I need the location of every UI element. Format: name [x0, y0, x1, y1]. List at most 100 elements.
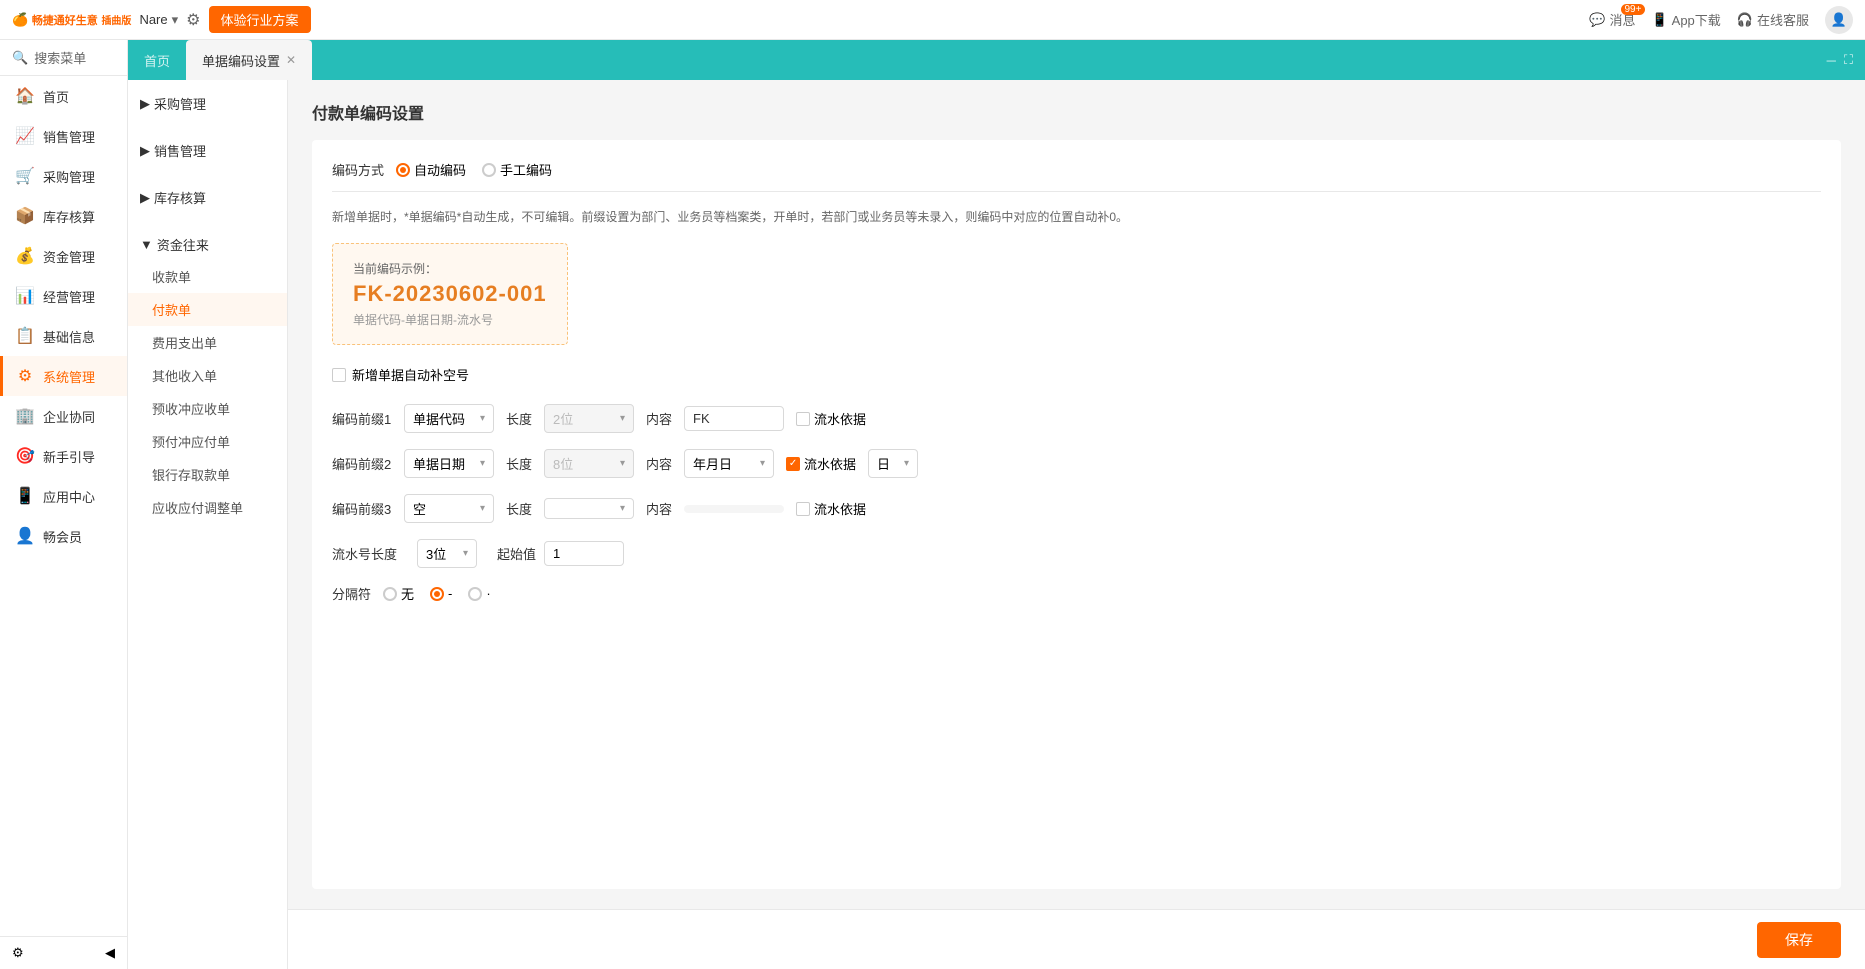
prefix1-length-select[interactable]: 2位 ▾: [544, 404, 634, 433]
sidebar-item-apps-label: 应用中心: [43, 487, 95, 506]
sidebar-item-purchase[interactable]: 🛒 采购管理: [0, 156, 127, 196]
prefix1-chevron: ▾: [480, 413, 485, 424]
app-download[interactable]: 📱 App下载: [1651, 10, 1720, 29]
sidebar-item-prepay-recv[interactable]: 预收冲应收单: [128, 392, 287, 425]
footer-settings-icon[interactable]: ⚙: [12, 945, 24, 961]
sidebar-item-operations[interactable]: 📊 经营管理: [0, 276, 127, 316]
sidebar-item-system-label: 系统管理: [43, 367, 95, 386]
tab-encode-settings[interactable]: 单据编码设置 ✕: [186, 40, 312, 80]
sidebar-item-system[interactable]: ⚙ 系统管理: [0, 356, 127, 396]
main-layout: 🔍 搜索菜单 🏠 首页 📈 销售管理 🛒 采购管理 📦 库存核算 💰: [0, 40, 1865, 969]
encode-type-label: 编码方式: [332, 160, 384, 179]
separator-dot2-dot: [468, 587, 482, 601]
sidebar-item-guide-label: 新手引导: [43, 447, 95, 466]
prefix1-select[interactable]: 单据代码 ▾: [404, 404, 494, 433]
sidebar-item-other-income[interactable]: 其他收入单: [128, 359, 287, 392]
separator-radio-group: 无 - ·: [383, 584, 491, 603]
sidebar-item-payment[interactable]: 付款单: [128, 293, 287, 326]
trial-button[interactable]: 体验行业方案: [209, 6, 311, 33]
prefix2-day-value: 日: [877, 454, 890, 473]
user-avatar[interactable]: 👤: [1825, 6, 1853, 34]
radio-manual-encode[interactable]: 手工编码: [482, 160, 552, 179]
sidebar-item-prepay-pay[interactable]: 预付冲应付单: [128, 425, 287, 458]
prefix2-serial-checkbox[interactable]: ✓: [786, 457, 800, 471]
radio-auto-encode[interactable]: 自动编码: [396, 160, 466, 179]
prefix2-length-label: 长度: [506, 454, 532, 473]
group-inventory-title[interactable]: ▶ 库存核算: [128, 182, 287, 213]
save-button[interactable]: 保存: [1757, 922, 1841, 958]
sidebar-item-sales[interactable]: 📈 销售管理: [0, 116, 127, 156]
system-icon: ⚙: [15, 366, 35, 386]
prefix2-content-value: 年月日: [693, 454, 732, 473]
sidebar-item-bank[interactable]: 银行存取款单: [128, 458, 287, 491]
sidebar-item-inventory[interactable]: 📦 库存核算: [0, 196, 127, 236]
inventory-icon: 📦: [15, 206, 35, 226]
sidebar-item-receipt[interactable]: 收款单: [128, 260, 287, 293]
prefix2-content-select[interactable]: 年月日 ▾: [684, 449, 774, 478]
separator-dot2[interactable]: ·: [468, 586, 490, 601]
serial-length-select[interactable]: 3位 ▾: [417, 539, 477, 568]
sales-icon: 📈: [15, 126, 35, 146]
tab-close-icon[interactable]: ✕: [286, 53, 296, 67]
sidebar-item-base[interactable]: 📋 基础信息: [0, 316, 127, 356]
app-edition: 插曲版: [101, 16, 131, 27]
footer-collapse-icon[interactable]: ◀: [105, 945, 115, 961]
settings-icon[interactable]: ⚙: [186, 10, 200, 30]
group-sales-title[interactable]: ▶ 销售管理: [128, 135, 287, 166]
separator-label: 分隔符: [332, 584, 371, 603]
prefix2-select[interactable]: 单据日期 ▾: [404, 449, 494, 478]
sidebar-item-adjust[interactable]: 应收应付调整单: [128, 491, 287, 524]
minimize-icon[interactable]: ─: [1827, 53, 1836, 68]
maximize-icon[interactable]: ⛶: [1844, 52, 1853, 68]
prefix2-row: 编码前缀2 单据日期 ▾ 长度 8位 ▾ 内容: [332, 449, 1821, 478]
prefix2-length-select[interactable]: 8位 ▾: [544, 449, 634, 478]
sidebar-item-purchase-label: 采购管理: [43, 167, 95, 186]
group-capital-title[interactable]: ▼ 资金往来: [128, 229, 287, 260]
sidebar-item-finance-label: 资金管理: [43, 247, 95, 266]
auto-fill-checkbox[interactable]: [332, 368, 346, 382]
separator-none[interactable]: 无: [383, 584, 414, 603]
prefix2-day-select[interactable]: 日 ▾: [868, 449, 918, 478]
separator-dot2-label: ·: [486, 586, 490, 601]
prefix1-length-chevron: ▾: [620, 413, 625, 424]
preview-label: 当前编码示例：: [353, 260, 547, 277]
preview-desc: 单据代码-单据日期-流水号: [353, 311, 547, 328]
sidebar-item-guide[interactable]: 🎯 新手引导: [0, 436, 127, 476]
serial-start-input[interactable]: [544, 541, 624, 566]
prefix2-content-chevron: ▾: [760, 458, 765, 469]
online-service[interactable]: 🎧 在线客服: [1737, 10, 1809, 29]
sidebar-item-finance[interactable]: 💰 资金管理: [0, 236, 127, 276]
radio-manual-label: 手工编码: [500, 160, 552, 179]
prefix3-length-select[interactable]: ▾: [544, 498, 634, 519]
sidebar-item-enterprise[interactable]: 🏢 企业协同: [0, 396, 127, 436]
serial-length-chevron: ▾: [463, 548, 468, 559]
prefix2-serial-check: ✓ 流水依据: [786, 454, 856, 473]
search-menu-label: 搜索菜单: [34, 48, 86, 67]
workspace-dropdown[interactable]: Nare ▾: [139, 12, 178, 28]
top-bar: 🍊 畅捷通好生意 插曲版 Nare ▾ ⚙ 体验行业方案 💬 消息 99+ 📱 …: [0, 0, 1865, 40]
sidebar-item-apps[interactable]: 📱 应用中心: [0, 476, 127, 516]
sidebar-item-expense[interactable]: 费用支出单: [128, 326, 287, 359]
group-purchase-title[interactable]: ▶ 采购管理: [128, 88, 287, 119]
message-area[interactable]: 💬 消息 99+: [1589, 10, 1635, 29]
prefix3-serial-label: 流水依据: [814, 499, 866, 518]
finance-icon: 💰: [15, 246, 35, 266]
prefix2-length-chevron: ▾: [620, 458, 625, 469]
sidebar-item-member[interactable]: 👤 畅会员: [0, 516, 127, 556]
tab-home[interactable]: 首页: [128, 40, 186, 80]
prefix1-label: 编码前缀1: [332, 409, 392, 428]
prefix3-serial-checkbox[interactable]: [796, 502, 810, 516]
prefix1-length-label: 长度: [506, 409, 532, 428]
search-menu[interactable]: 🔍 搜索菜单: [0, 40, 127, 76]
prefix3-select[interactable]: 空 ▾: [404, 494, 494, 523]
prefix2-content-label: 内容: [646, 454, 672, 473]
serial-length-value: 3位: [426, 544, 446, 563]
sidebar-footer: ⚙ ◀: [0, 936, 127, 969]
preview-box: 当前编码示例： FK-20230602-001 单据代码-单据日期-流水号: [332, 243, 568, 345]
prefix2-day-chevron: ▾: [904, 458, 909, 469]
workspace-name: Nare: [139, 12, 167, 27]
prefix1-serial-checkbox[interactable]: [796, 412, 810, 426]
page-title: 付款单编码设置: [312, 100, 1841, 124]
separator-dot[interactable]: -: [430, 586, 452, 601]
sidebar-item-home[interactable]: 🏠 首页: [0, 76, 127, 116]
